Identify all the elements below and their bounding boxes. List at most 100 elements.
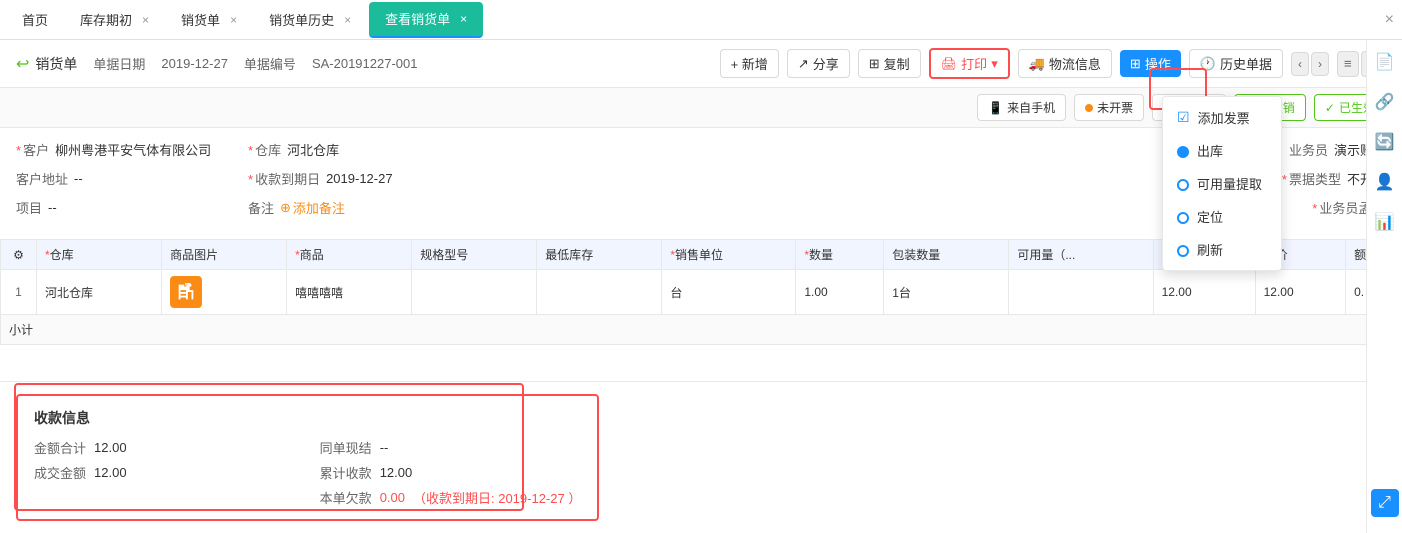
address-field: 客户地址 --	[16, 169, 216, 188]
not-open-button[interactable]: 未开票	[1074, 94, 1144, 121]
row-product-image	[162, 270, 287, 315]
share-button[interactable]: ↗ 分享	[787, 49, 850, 78]
payment-grid: 金额合计 12.00 同单现结 -- 成交金额 12.00 累计收款 12.00	[34, 438, 581, 507]
total-amount-label: 金额合计	[34, 438, 86, 457]
available-qty-item[interactable]: 可用量提取	[1163, 167, 1281, 200]
project-label: 项目	[16, 198, 42, 217]
bottom-info: 收款信息 金额合计 12.00 同单现结 -- 成交金额 12.00 累计收款 …	[0, 381, 1402, 533]
sidebar-user-icon[interactable]: 👤	[1371, 168, 1399, 196]
tab-sales-label: 销货单	[181, 10, 220, 29]
note-field: 备注 ⊕ 添加备注	[248, 198, 448, 217]
available-qty-label: 可用量提取	[1197, 174, 1262, 193]
tab-inventory-close[interactable]: ×	[142, 13, 149, 27]
same-order-row: 同单现结 --	[320, 438, 582, 457]
row-warehouse: 河北仓库	[37, 270, 162, 315]
next-button[interactable]: ›	[1311, 52, 1329, 76]
phone-button[interactable]: 📱 来自手机	[977, 94, 1066, 121]
row-num: 1	[1, 270, 37, 315]
logistics-button[interactable]: 🚚 物流信息	[1018, 49, 1112, 78]
row-stock: 12.00	[1153, 270, 1255, 315]
warehouse-value: 河北仓库	[287, 140, 339, 159]
logistics-label: 物流信息	[1049, 54, 1101, 73]
copy-button[interactable]: ⊞ 复制	[858, 49, 921, 78]
sidebar-link-icon[interactable]: 🔗	[1371, 88, 1399, 116]
history-button[interactable]: 🕐 历史单据	[1189, 49, 1283, 78]
arrears-value: 0.00	[380, 490, 405, 505]
col-settings[interactable]: ⚙	[1, 240, 37, 270]
print-button[interactable]: 🖨 打印 ▾	[929, 48, 1010, 79]
history-label: 历史单据	[1220, 54, 1272, 73]
refresh-radio	[1177, 245, 1189, 257]
same-order-label: 同单现结	[320, 438, 372, 457]
add-invoice-item[interactable]: ☑ 添加发票	[1163, 101, 1281, 134]
locate-radio	[1177, 212, 1189, 224]
tab-bar: 首页 库存期初 × 销货单 × 销货单历史 × 查看销货单 × ×	[0, 0, 1402, 40]
warehouse-out-radio	[1177, 146, 1189, 158]
add-note-plus: ⊕	[280, 200, 291, 216]
add-note-button[interactable]: ⊕ 添加备注	[280, 198, 345, 217]
tab-sales-history[interactable]: 销货单历史 ×	[255, 2, 365, 38]
tab-home[interactable]: 首页	[8, 2, 62, 38]
payment-box: 收款信息 金额合计 12.00 同单现结 -- 成交金额 12.00 累计收款 …	[16, 394, 599, 521]
copy-icon: ⊞	[869, 56, 880, 72]
row-spec	[412, 270, 537, 315]
payment-title: 收款信息	[34, 408, 581, 428]
address-label: 客户地址	[16, 169, 68, 188]
subtotal-row: 小计	[1, 315, 1402, 345]
add-invoice-label: 添加发票	[1198, 108, 1250, 127]
project-value: --	[48, 200, 57, 215]
total-amount-value: 12.00	[94, 440, 127, 455]
print-dropdown-icon: ▾	[991, 56, 998, 72]
phone-label: 来自手机	[1007, 99, 1055, 116]
project-field: 项目 --	[16, 198, 216, 217]
doc-number-value: SA-20191227-001	[312, 56, 418, 71]
row-min-stock	[537, 270, 662, 315]
sidebar-doc-icon[interactable]: 📄	[1371, 48, 1399, 76]
add-button[interactable]: + 新增	[720, 49, 779, 78]
copy-label: 复制	[884, 54, 910, 73]
sales-staff-label: 业务员孟	[1312, 198, 1371, 217]
share-icon: ↗	[798, 56, 809, 72]
warehouse-out-label: 出库	[1197, 141, 1223, 160]
total-amount-row: 金额合计 12.00	[34, 438, 296, 457]
toolbar: + 新增 ↗ 分享 ⊞ 复制 🖨 打印 ▾ 🚚 物流信息 ⊞ 操作	[720, 48, 1386, 79]
refresh-icon	[1177, 242, 1189, 258]
subtotal-label: 小计	[1, 315, 1402, 345]
table-row: 1 河北仓库 嘻嘻嘻嘻 台 1.00 1台 12.00 12.00	[1, 270, 1402, 315]
payment-date-field: 收款到期日 2019-12-27	[248, 169, 448, 188]
sidebar-expand-icon[interactable]: ⤢	[1371, 489, 1399, 517]
locate-item[interactable]: 定位	[1163, 200, 1281, 233]
close-all-button[interactable]: ×	[1385, 11, 1394, 29]
customer-label: 客户	[16, 140, 49, 159]
row-product: 嘻嘻嘻嘻	[287, 270, 412, 315]
payment-date-label: 收款到期日	[248, 169, 320, 188]
operations-icon: ⊞	[1130, 56, 1141, 72]
operations-button[interactable]: ⊞ 操作	[1120, 50, 1181, 77]
sidebar-refresh-icon[interactable]: 🔄	[1371, 128, 1399, 156]
operations-label: 操作	[1145, 54, 1171, 73]
doc-header: ↩ 销货单 单据日期 2019-12-27 单据编号 SA-20191227-0…	[0, 40, 1402, 88]
cumulative-row: 累计收款 12.00	[320, 463, 582, 482]
tab-view-sales[interactable]: 查看销货单 ×	[369, 2, 483, 38]
tab-sales-order[interactable]: 销货单 ×	[167, 2, 251, 38]
doc-date-label: 单据日期	[93, 54, 145, 73]
doc-title-area: ↩ 销货单	[16, 54, 77, 74]
doc-date-value: 2019-12-27	[161, 56, 228, 71]
col-quantity: *数量	[796, 240, 884, 270]
refresh-item[interactable]: 刷新	[1163, 233, 1281, 266]
warehouse-out-icon	[1177, 143, 1189, 159]
sidebar-chart-icon[interactable]: 📊	[1371, 208, 1399, 236]
col-sales-unit: *销售单位	[662, 240, 796, 270]
list-view-button[interactable]: ≡	[1337, 51, 1359, 77]
tab-inventory-init[interactable]: 库存期初 ×	[66, 2, 163, 38]
note-label: 备注	[248, 198, 274, 217]
tab-sales-close[interactable]: ×	[230, 13, 237, 27]
prev-button[interactable]: ‹	[1291, 52, 1309, 76]
warehouse-out-item[interactable]: 出库	[1163, 134, 1281, 167]
tab-view-sales-close[interactable]: ×	[460, 12, 467, 26]
deal-amount-row: 成交金额 12.00	[34, 463, 296, 482]
tab-view-sales-label: 查看销货单	[385, 9, 450, 28]
tab-sales-history-close[interactable]: ×	[344, 13, 351, 27]
col-available: 可用量（...	[1009, 240, 1153, 270]
arrears-label: 本单欠款	[320, 488, 372, 507]
